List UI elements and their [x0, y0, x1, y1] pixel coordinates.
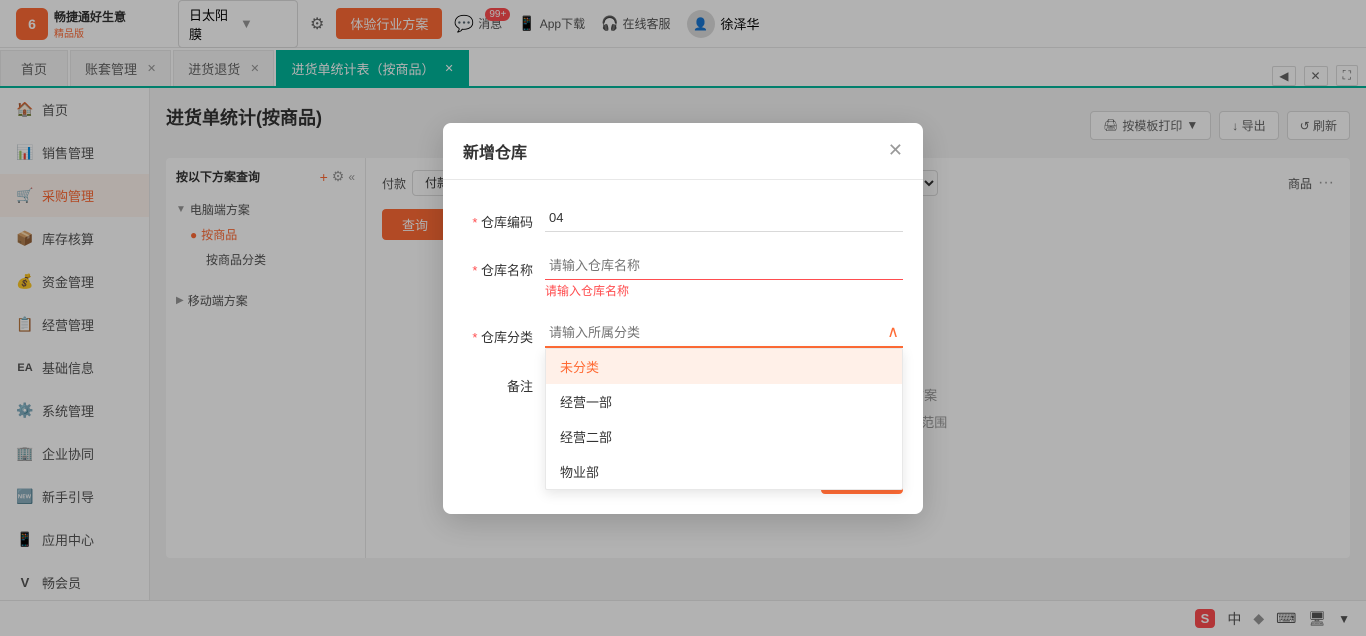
name-label: 仓库名称 — [463, 252, 533, 279]
name-error-message: 请输入仓库名称 — [545, 282, 903, 299]
dropdown-option-dept3[interactable]: 物业部 — [546, 454, 902, 489]
category-dropdown-list: 未分类 经营一部 经营二部 物业部 — [545, 348, 903, 490]
modal-body: 仓库编码 仓库名称 请输入仓库名称 仓库分类 — [443, 180, 923, 447]
remark-label: 备注 — [463, 368, 533, 395]
dropdown-option-dept2[interactable]: 经营二部 — [546, 419, 902, 454]
code-field-wrap — [545, 204, 903, 232]
category-label: 仓库分类 — [463, 319, 533, 346]
category-dropdown-arrow[interactable]: ∧ — [883, 322, 903, 342]
code-label: 仓库编码 — [463, 204, 533, 231]
modal-header: 新增仓库 ✕ — [443, 123, 923, 180]
category-dropdown-wrap: ∧ 未分类 经营一部 经营二部 物业部 — [545, 319, 903, 348]
modal-close-button[interactable]: ✕ — [888, 140, 903, 161]
warehouse-name-input[interactable] — [545, 252, 903, 280]
dropdown-option-dept1[interactable]: 经营一部 — [546, 384, 902, 419]
category-input-row: ∧ — [545, 319, 903, 348]
form-row-name: 仓库名称 请输入仓库名称 — [463, 252, 903, 299]
modal-overlay: 新增仓库 ✕ 仓库编码 仓库名称 请输入仓库名称 仓库分类 — [0, 0, 1366, 636]
new-warehouse-modal: 新增仓库 ✕ 仓库编码 仓库名称 请输入仓库名称 仓库分类 — [443, 123, 923, 514]
name-field-wrap: 请输入仓库名称 — [545, 252, 903, 299]
warehouse-code-input[interactable] — [545, 204, 903, 232]
dropdown-option-unclassified[interactable]: 未分类 — [546, 349, 902, 384]
form-row-code: 仓库编码 — [463, 204, 903, 232]
modal-title: 新增仓库 — [463, 139, 527, 163]
category-field-wrap: ∧ 未分类 经营一部 经营二部 物业部 — [545, 319, 903, 348]
category-input[interactable] — [545, 319, 883, 346]
form-row-category: 仓库分类 ∧ 未分类 经营一部 经营二部 物业部 — [463, 319, 903, 348]
